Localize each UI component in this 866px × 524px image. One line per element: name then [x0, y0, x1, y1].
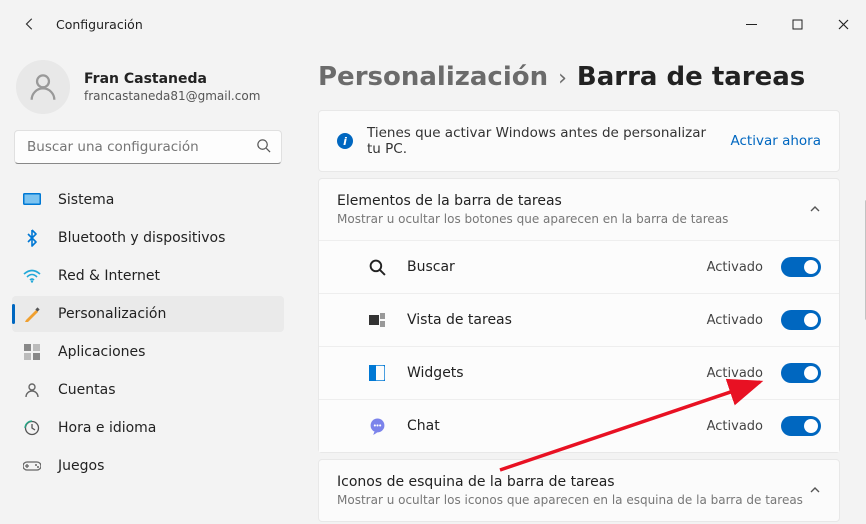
- avatar: [16, 60, 70, 114]
- time-icon: [22, 418, 42, 438]
- close-button[interactable]: [820, 8, 866, 40]
- titlebar: Configuración: [0, 0, 866, 48]
- bluetooth-icon: [22, 228, 42, 248]
- main-content: Personalización › Barra de tareas i Tien…: [296, 48, 866, 524]
- user-name: Fran Castaneda: [84, 71, 260, 87]
- section-header[interactable]: Iconos de esquina de la barra de tareas …: [319, 460, 839, 521]
- back-button[interactable]: [18, 12, 42, 36]
- personalization-icon: [22, 304, 42, 324]
- sidebar: Fran Castaneda francastaneda81@gmail.com…: [0, 48, 296, 524]
- nav-label: Red & Internet: [58, 268, 160, 284]
- setting-label: Chat: [407, 418, 707, 434]
- banner-text: Tienes que activar Windows antes de pers…: [367, 125, 719, 157]
- info-icon: i: [337, 133, 353, 149]
- user-email: francastaneda81@gmail.com: [84, 89, 260, 103]
- nav-label: Sistema: [58, 192, 114, 208]
- setting-state: Activado: [707, 313, 763, 328]
- section-header[interactable]: Elementos de la barra de tareas Mostrar …: [319, 179, 839, 240]
- system-icon: [22, 190, 42, 210]
- nav-label: Aplicaciones: [58, 344, 145, 360]
- search-input[interactable]: [25, 138, 256, 156]
- toggle-chat[interactable]: [781, 416, 821, 436]
- nav-label: Bluetooth y dispositivos: [58, 230, 225, 246]
- nav-aplicaciones[interactable]: Aplicaciones: [12, 334, 284, 370]
- chevron-up-icon: [809, 481, 821, 500]
- row-widgets: Widgets Activado: [319, 346, 839, 399]
- nav-label: Hora e idioma: [58, 420, 156, 436]
- setting-label: Widgets: [407, 365, 707, 381]
- breadcrumb-parent[interactable]: Personalización: [318, 62, 548, 92]
- row-buscar: Buscar Activado: [319, 240, 839, 293]
- taskbar-items-section: Elementos de la barra de tareas Mostrar …: [318, 178, 840, 453]
- setting-state: Activado: [707, 419, 763, 434]
- search-icon: [256, 138, 271, 157]
- nav-cuentas[interactable]: Cuentas: [12, 372, 284, 408]
- chevron-up-icon: [809, 200, 821, 219]
- nav-sistema[interactable]: Sistema: [12, 182, 284, 218]
- section-title: Elementos de la barra de tareas: [337, 193, 728, 209]
- chevron-right-icon: ›: [558, 66, 567, 91]
- apps-icon: [22, 342, 42, 362]
- corner-icons-section: Iconos de esquina de la barra de tareas …: [318, 459, 840, 522]
- nav-bluetooth[interactable]: Bluetooth y dispositivos: [12, 220, 284, 256]
- accounts-icon: [22, 380, 42, 400]
- breadcrumb-current: Barra de tareas: [577, 62, 805, 92]
- nav-juegos[interactable]: Juegos: [12, 448, 284, 484]
- gaming-icon: [22, 456, 42, 476]
- chat-icon: [367, 416, 387, 436]
- section-title: Iconos de esquina de la barra de tareas: [337, 474, 803, 490]
- minimize-button[interactable]: [728, 8, 774, 40]
- user-block[interactable]: Fran Castaneda francastaneda81@gmail.com: [12, 54, 284, 130]
- setting-state: Activado: [707, 366, 763, 381]
- activate-link[interactable]: Activar ahora: [731, 133, 821, 149]
- taskview-icon: [367, 310, 387, 330]
- widgets-icon: [367, 363, 387, 383]
- breadcrumb: Personalización › Barra de tareas: [318, 62, 840, 92]
- window-title: Configuración: [56, 17, 143, 32]
- maximize-button[interactable]: [774, 8, 820, 40]
- nav-red[interactable]: Red & Internet: [12, 258, 284, 294]
- toggle-vista-tareas[interactable]: [781, 310, 821, 330]
- setting-label: Vista de tareas: [407, 312, 707, 328]
- setting-state: Activado: [707, 260, 763, 275]
- toggle-widgets[interactable]: [781, 363, 821, 383]
- row-vista-tareas: Vista de tareas Activado: [319, 293, 839, 346]
- network-icon: [22, 266, 42, 286]
- section-subtitle: Mostrar u ocultar los iconos que aparece…: [337, 493, 803, 507]
- search-box[interactable]: [14, 130, 282, 164]
- window-controls: [728, 8, 866, 40]
- nav-list: Sistema Bluetooth y dispositivos Red & I…: [12, 182, 284, 484]
- setting-label: Buscar: [407, 259, 707, 275]
- nav-hora[interactable]: Hora e idioma: [12, 410, 284, 446]
- nav-label: Personalización: [58, 306, 166, 322]
- activation-banner: i Tienes que activar Windows antes de pe…: [318, 110, 840, 172]
- row-chat: Chat Activado: [319, 399, 839, 452]
- section-subtitle: Mostrar u ocultar los botones que aparec…: [337, 212, 728, 226]
- nav-label: Cuentas: [58, 382, 116, 398]
- nav-label: Juegos: [58, 458, 104, 474]
- nav-personalizacion[interactable]: Personalización: [12, 296, 284, 332]
- search-icon: [367, 257, 387, 277]
- toggle-buscar[interactable]: [781, 257, 821, 277]
